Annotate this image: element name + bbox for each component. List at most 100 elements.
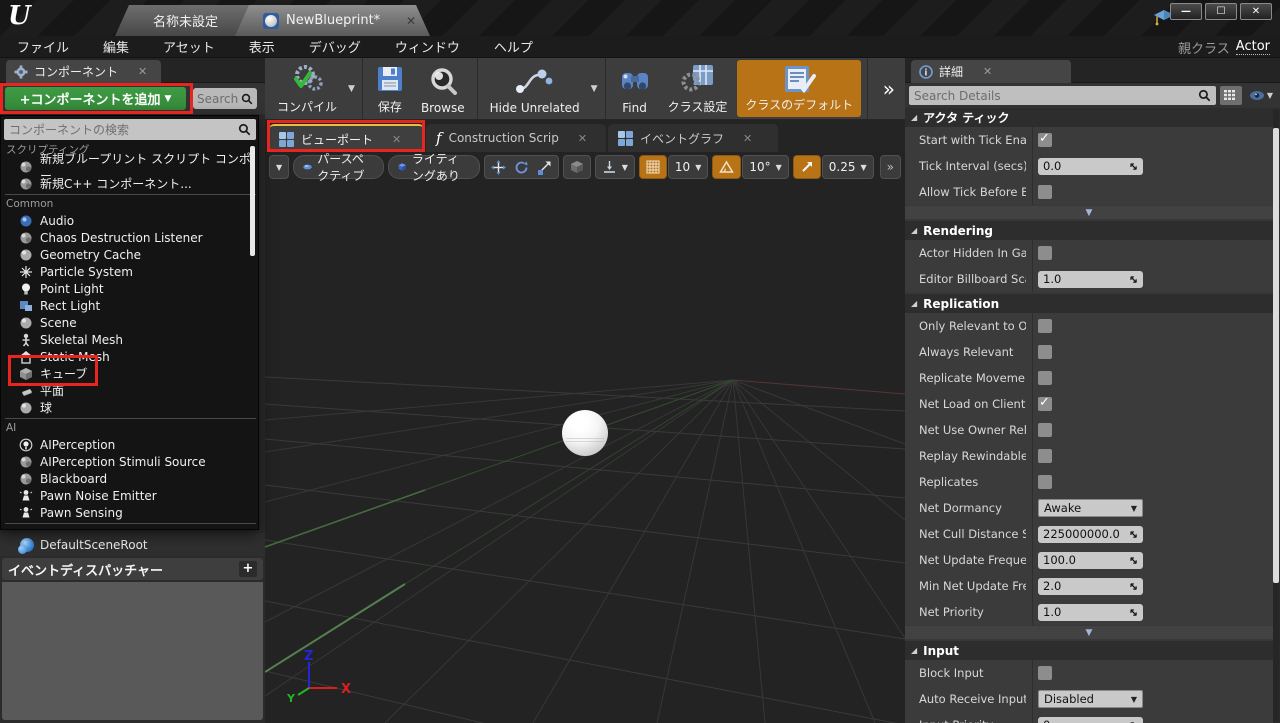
number-input[interactable]: 0↔ bbox=[1038, 716, 1143, 723]
rotation-snap-toggle[interactable] bbox=[712, 155, 742, 179]
checkbox[interactable] bbox=[1038, 449, 1052, 463]
perspective-button[interactable]: パースペクティブ bbox=[293, 152, 385, 183]
component-item[interactable]: Pawn Noise Emitter bbox=[1, 487, 260, 504]
drag-handle-icon[interactable]: ↔ bbox=[1126, 717, 1142, 723]
window-tab-blueprint[interactable]: NewBlueprint* ✕ bbox=[235, 5, 430, 36]
number-input[interactable]: 2.0 ↔ bbox=[1038, 577, 1143, 595]
browse-button[interactable]: Browse bbox=[413, 58, 473, 119]
tab-components[interactable]: コンポーネント ✕ bbox=[6, 60, 161, 83]
tab-details[interactable]: i 詳細 ✕ bbox=[911, 60, 1071, 83]
number-input[interactable]: 1.0 ↔ bbox=[1038, 603, 1143, 621]
component-item[interactable]: AIPerception bbox=[1, 436, 260, 453]
checkbox[interactable] bbox=[1038, 395, 1052, 411]
hide-unrelated-button[interactable]: Hide Unrelated bbox=[482, 58, 588, 119]
class-settings-button[interactable]: クラス設定 bbox=[660, 58, 736, 119]
menu-item-2[interactable]: アセット bbox=[146, 37, 232, 56]
viewport-options-button[interactable]: ▼ bbox=[269, 155, 290, 179]
section-expander[interactable]: ▼ bbox=[905, 206, 1273, 219]
tab-event-graph[interactable]: イベントグラフ ✕ bbox=[608, 124, 778, 152]
number-input[interactable]: 0.0 ↔ bbox=[1038, 157, 1143, 175]
close-icon[interactable]: ✕ bbox=[578, 132, 587, 145]
close-icon[interactable]: ✕ bbox=[392, 133, 401, 146]
grid-snap-value-button[interactable]: 10 ▼ bbox=[667, 155, 709, 179]
menu-item-4[interactable]: デバッグ bbox=[292, 37, 378, 56]
checkbox[interactable] bbox=[1038, 185, 1052, 199]
scale-snap-toggle[interactable] bbox=[792, 155, 821, 179]
component-item[interactable]: Static Mesh bbox=[1, 348, 260, 365]
close-icon[interactable]: ✕ bbox=[406, 14, 416, 28]
component-item[interactable]: Blackboard bbox=[1, 470, 260, 487]
surface-snap-button[interactable]: ▼ bbox=[594, 155, 635, 179]
move-tool-icon[interactable] bbox=[490, 159, 506, 175]
details-section-header[interactable]: ◢ Replication bbox=[905, 294, 1273, 313]
event-dispatcher-header[interactable]: イベントディスパッチャー + bbox=[2, 558, 263, 580]
component-item[interactable]: Point Light bbox=[1, 280, 260, 297]
drag-handle-icon[interactable]: ↔ bbox=[1126, 158, 1142, 174]
scale-tool-icon[interactable] bbox=[537, 160, 552, 175]
coordinate-space-button[interactable] bbox=[562, 155, 591, 179]
component-list-scrollbar[interactable] bbox=[250, 146, 255, 256]
menu-item-0[interactable]: ファイル bbox=[0, 37, 86, 56]
checkbox[interactable] bbox=[1038, 371, 1052, 385]
section-expander[interactable]: ▼ bbox=[905, 626, 1273, 639]
scale-snap-value-button[interactable]: 0.25 ▼ bbox=[821, 155, 874, 179]
number-input[interactable]: 1.0 ↔ bbox=[1038, 270, 1143, 288]
property-matrix-button[interactable] bbox=[1220, 86, 1242, 105]
menu-item-3[interactable]: 表示 bbox=[232, 37, 292, 56]
component-item[interactable]: Scene bbox=[1, 314, 260, 331]
save-button[interactable]: 保存 bbox=[367, 58, 413, 119]
component-item[interactable]: Particle System bbox=[1, 263, 260, 280]
details-section-header[interactable]: ◢ アクタ ティック bbox=[905, 108, 1273, 127]
checkbox[interactable] bbox=[1038, 423, 1052, 437]
component-item[interactable]: Audio bbox=[1, 212, 260, 229]
grid-snap-toggle[interactable] bbox=[638, 155, 667, 179]
details-scrollbar-thumb[interactable] bbox=[1273, 128, 1279, 583]
class-defaults-button[interactable]: クラスのデフォルト bbox=[737, 60, 862, 117]
close-icon[interactable]: ✕ bbox=[743, 132, 752, 145]
component-item[interactable]: Skeletal Mesh bbox=[1, 331, 260, 348]
close-icon[interactable]: ✕ bbox=[983, 65, 992, 78]
menu-item-5[interactable]: ウィンドウ bbox=[378, 37, 477, 56]
number-input[interactable]: 100.0 ↔ bbox=[1038, 551, 1143, 569]
tab-construction-script[interactable]: f Construction Scrip ✕ bbox=[426, 124, 606, 152]
component-item[interactable]: Geometry Cache bbox=[1, 246, 260, 263]
component-item[interactable]: Pawn Sensing bbox=[1, 504, 260, 521]
close-icon[interactable]: ✕ bbox=[138, 65, 147, 78]
tab-viewport[interactable]: ビューポート ✕ bbox=[269, 124, 424, 152]
chevron-down-icon[interactable]: ▼ bbox=[345, 84, 358, 94]
menu-item-6[interactable]: ヘルプ bbox=[477, 37, 550, 56]
add-component-button[interactable]: +コンポーネントを追加 ▼ bbox=[5, 87, 186, 110]
checkbox[interactable] bbox=[1038, 345, 1052, 359]
component-item[interactable]: Rect Light bbox=[1, 297, 260, 314]
chevron-down-icon[interactable]: ▼ bbox=[588, 84, 601, 94]
component-item[interactable]: キューブ bbox=[1, 365, 260, 382]
minimize-button[interactable]: — bbox=[1170, 3, 1202, 20]
drag-handle-icon[interactable]: ↔ bbox=[1126, 552, 1142, 568]
drag-handle-icon[interactable]: ↔ bbox=[1126, 604, 1142, 620]
drag-handle-icon[interactable]: ↔ bbox=[1126, 578, 1142, 594]
details-section-header[interactable]: ◢ Rendering bbox=[905, 221, 1273, 240]
dropdown-select[interactable]: Disabled ▼ bbox=[1038, 690, 1143, 708]
viewport-3d[interactable]: Z X Y ▼ パースペクティブ ライティングあり ▼ 10 ▼ 10° ▼ 0… bbox=[265, 152, 905, 723]
number-input[interactable]: 225000000.0 ↔ bbox=[1038, 525, 1143, 543]
scene-root-row[interactable]: DefaultSceneRoot bbox=[0, 533, 265, 556]
close-window-button[interactable]: ✕ bbox=[1240, 3, 1272, 20]
component-filter-input[interactable]: コンポーネントの検索 bbox=[4, 119, 256, 140]
checkbox[interactable] bbox=[1038, 319, 1052, 333]
sphere-mesh[interactable] bbox=[562, 410, 608, 456]
dropdown-select[interactable]: Awake ▼ bbox=[1038, 499, 1143, 517]
component-item[interactable]: Chaos Destruction Listener bbox=[1, 229, 260, 246]
component-item[interactable]: 新規ブループリント スクリプト コンポー bbox=[1, 152, 260, 183]
rotation-snap-value-button[interactable]: 10° ▼ bbox=[742, 155, 789, 179]
viewport-toolbar-overflow[interactable]: » bbox=[879, 155, 901, 179]
checkbox[interactable] bbox=[1038, 475, 1052, 489]
view-options-button[interactable]: ▼ bbox=[1246, 86, 1276, 105]
drag-handle-icon[interactable]: ↔ bbox=[1126, 271, 1142, 287]
details-section-header[interactable]: ◢ Input bbox=[905, 641, 1273, 660]
components-search-input[interactable]: Search bbox=[193, 88, 257, 109]
find-button[interactable]: Find bbox=[610, 58, 660, 119]
lit-mode-button[interactable]: ライティングあり bbox=[388, 152, 480, 183]
checkbox[interactable] bbox=[1038, 131, 1052, 147]
component-item[interactable]: AIPerception Stimuli Source bbox=[1, 453, 260, 470]
details-search-input[interactable]: Search Details bbox=[909, 86, 1216, 105]
